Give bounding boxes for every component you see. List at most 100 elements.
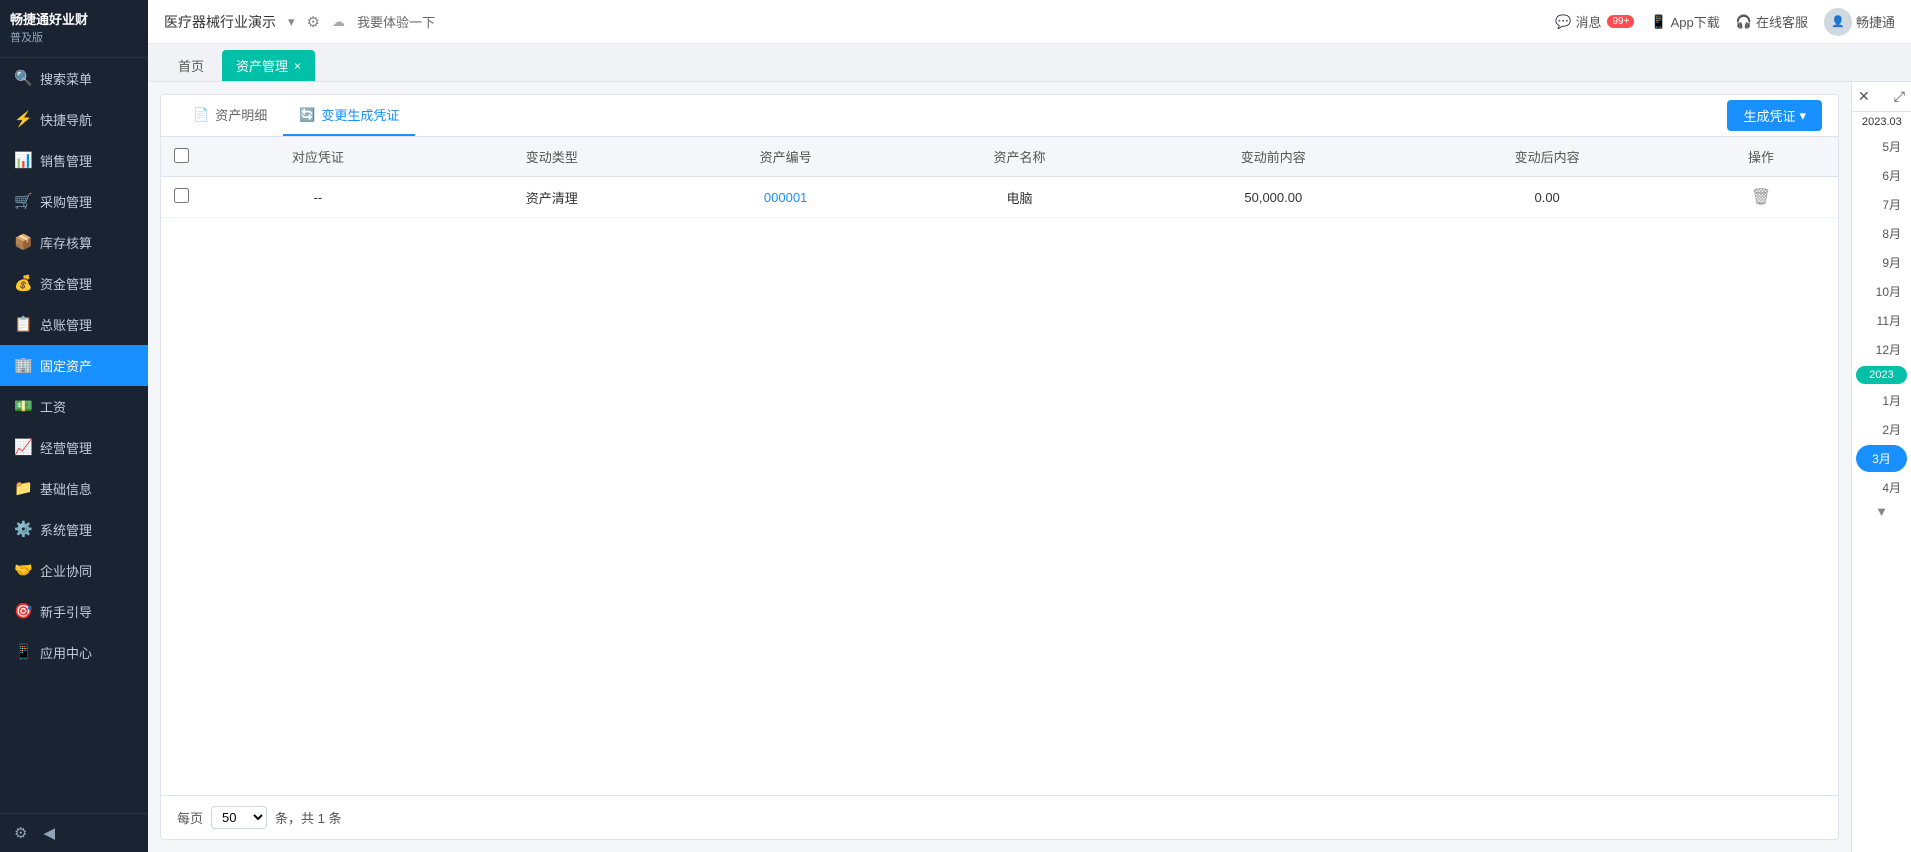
month-10-label: 10月 <box>1876 283 1901 300</box>
settings-icon[interactable]: ⚙ <box>14 824 27 842</box>
data-table: 对应凭证 变动类型 资产编号 资产名称 变动前内容 变动后内容 操作 <box>161 137 1838 218</box>
main-panel: 📄 资产明细 🔄 变更生成凭证 生成凭证 ▾ <box>160 94 1839 840</box>
sidebar-label-operations: 经营管理 <box>40 438 92 457</box>
experience-text[interactable]: 我要体验一下 <box>357 12 435 31</box>
sub-tabs-left: 📄 资产明细 🔄 变更生成凭证 <box>177 95 415 136</box>
inventory-icon: 📦 <box>14 233 32 251</box>
app-download-label: App下载 <box>1671 12 1720 31</box>
calendar-current-year[interactable]: 2023 <box>1856 366 1907 384</box>
cal-month-9[interactable]: 9月 <box>1852 248 1911 277</box>
sidebar-scroll: 🔍 搜索菜单 ⚡ 快捷导航 📊 销售管理 🛒 采购管理 📦 库存核算 💰 资金管… <box>0 58 148 813</box>
sidebar-item-funds[interactable]: 💰 资金管理 <box>0 263 148 304</box>
expand-calendar-icon[interactable]: ⤢ <box>1894 88 1905 105</box>
cal-month-11[interactable]: 11月 <box>1852 306 1911 335</box>
tab-home[interactable]: 首页 <box>164 50 218 81</box>
cal-month-3-current[interactable]: 3月 <box>1856 445 1907 472</box>
sidebar-bottom: ⚙ ◀ <box>0 813 148 852</box>
purchase-icon: 🛒 <box>14 192 32 210</box>
row-checkbox[interactable] <box>174 188 189 203</box>
sidebar-item-inventory[interactable]: 📦 库存核算 <box>0 222 148 263</box>
cal-month-10[interactable]: 10月 <box>1852 277 1911 306</box>
sidebar-label-basic-info: 基础信息 <box>40 479 92 498</box>
per-page-label: 每页 <box>177 808 203 827</box>
app-download-action[interactable]: 📱 App下载 <box>1650 12 1719 31</box>
sidebar-item-sales[interactable]: 📊 销售管理 <box>0 140 148 181</box>
settings-gear-icon[interactable]: ⚙ <box>307 13 320 31</box>
sidebar-item-quick-nav[interactable]: ⚡ 快捷导航 <box>0 99 148 140</box>
table-container: 对应凭证 变动类型 资产编号 资产名称 变动前内容 变动后内容 操作 <box>161 137 1838 795</box>
cal-month-1[interactable]: 1月 <box>1852 386 1911 415</box>
operations-icon: 📈 <box>14 438 32 456</box>
cal-month-12[interactable]: 12月 <box>1852 335 1911 364</box>
sidebar-item-guide[interactable]: 🎯 新手引导 <box>0 591 148 632</box>
row-voucher: -- <box>201 177 435 218</box>
online-service-action[interactable]: 🎧 在线客服 <box>1736 12 1808 31</box>
messages-action[interactable]: 💬 消息 99+ <box>1555 12 1634 31</box>
sidebar-label-quick-nav: 快捷导航 <box>40 110 92 129</box>
flash-icon: ⚡ <box>14 110 32 128</box>
topbar: 医疗器械行业演示 ▾ ⚙ ☁ 我要体验一下 💬 消息 99+ 📱 App下载 🎧… <box>148 0 1911 44</box>
calendar-nav-down[interactable]: ▼ <box>1852 502 1911 521</box>
company-name: 医疗器械行业演示 <box>164 12 276 32</box>
sidebar-label-collab: 企业协同 <box>40 561 92 580</box>
sidebar-label-app-center: 应用中心 <box>40 643 92 662</box>
delete-icon[interactable]: 🗑 <box>1751 189 1771 206</box>
user-profile-action[interactable]: 👤 畅捷通 <box>1824 8 1895 36</box>
app-center-icon: 📱 <box>14 643 32 661</box>
sidebar-label-ledger: 总账管理 <box>40 315 92 334</box>
generate-dropdown-icon: ▾ <box>1799 108 1806 124</box>
sub-tab-asset-detail[interactable]: 📄 资产明细 <box>177 95 283 136</box>
cal-month-6[interactable]: 6月 <box>1852 161 1911 190</box>
cal-month-5[interactable]: 5月 <box>1852 132 1911 161</box>
tab-close-icon[interactable]: × <box>294 59 301 73</box>
cal-month-2[interactable]: 2月 <box>1852 415 1911 444</box>
col-voucher: 对应凭证 <box>201 137 435 177</box>
month-3-label: 3月 <box>1872 450 1891 467</box>
messages-icon: 💬 <box>1555 14 1571 30</box>
system-icon: ⚙️ <box>14 520 32 538</box>
guide-icon: 🎯 <box>14 602 32 620</box>
sidebar-item-fixed-assets[interactable]: 🏢 固定资产 <box>0 345 148 386</box>
tabs-nav: 首页 资产管理 × <box>148 44 1911 82</box>
cal-month-7[interactable]: 7月 <box>1852 190 1911 219</box>
month-6-label: 6月 <box>1882 167 1901 184</box>
tab-asset-management[interactable]: 资产管理 × <box>222 50 315 81</box>
total-count: 条，共 1 条 <box>275 808 341 827</box>
collapse-icon[interactable]: ◀ <box>43 824 55 842</box>
month-7-label: 7月 <box>1882 196 1901 213</box>
search-icon: 🔍 <box>14 69 32 87</box>
row-asset-no: 000001 <box>669 177 903 218</box>
generate-voucher-button[interactable]: 生成凭证 ▾ <box>1727 100 1822 131</box>
calendar-year-prev: 2023.03 <box>1852 112 1911 132</box>
col-asset-no: 资产编号 <box>669 137 903 177</box>
sidebar-item-payroll[interactable]: 💵 工资 <box>0 386 148 427</box>
sidebar-item-basic-info[interactable]: 📁 基础信息 <box>0 468 148 509</box>
sidebar-item-collab[interactable]: 🤝 企业协同 <box>0 550 148 591</box>
sidebar-item-system[interactable]: ⚙️ 系统管理 <box>0 509 148 550</box>
calendar-scroll[interactable]: 2023.03 5月 6月 7月 8月 9月 10月 11月 12月 2023 … <box>1852 112 1911 852</box>
select-all-header <box>161 137 201 177</box>
close-calendar-icon[interactable]: ✕ <box>1858 88 1870 105</box>
experience-icon: ☁ <box>332 14 345 30</box>
row-before: 50,000.00 <box>1136 177 1410 218</box>
per-page-select[interactable]: 10 20 50 100 <box>211 806 267 829</box>
sidebar-item-search[interactable]: 🔍 搜索菜单 <box>0 58 148 99</box>
logo-text: 畅捷通好业财 <box>10 12 138 29</box>
cal-month-8[interactable]: 8月 <box>1852 219 1911 248</box>
sidebar-item-operations[interactable]: 📈 经营管理 <box>0 427 148 468</box>
sidebar: 畅捷通好业财 普及版 🔍 搜索菜单 ⚡ 快捷导航 📊 销售管理 🛒 采购管理 📦… <box>0 0 148 852</box>
sidebar-item-purchase[interactable]: 🛒 采购管理 <box>0 181 148 222</box>
select-all-checkbox[interactable] <box>174 148 189 163</box>
col-change-type: 变动类型 <box>435 137 669 177</box>
dropdown-icon[interactable]: ▾ <box>288 14 295 30</box>
month-9-label: 9月 <box>1882 254 1901 271</box>
messages-label: 消息 <box>1575 12 1601 31</box>
sidebar-item-ledger[interactable]: 📋 总账管理 <box>0 304 148 345</box>
sub-tab-change-voucher[interactable]: 🔄 变更生成凭证 <box>283 95 415 136</box>
row-asset-name: 电脑 <box>903 177 1137 218</box>
month-1-label: 1月 <box>1882 392 1901 409</box>
sidebar-label-inventory: 库存核算 <box>40 233 92 252</box>
cal-month-4[interactable]: 4月 <box>1852 473 1911 502</box>
calendar-panel: ✕ ⤢ 2023.03 5月 6月 7月 8月 9月 10月 11月 12月 2… <box>1851 82 1911 852</box>
sidebar-item-app-center[interactable]: 📱 应用中心 <box>0 632 148 673</box>
